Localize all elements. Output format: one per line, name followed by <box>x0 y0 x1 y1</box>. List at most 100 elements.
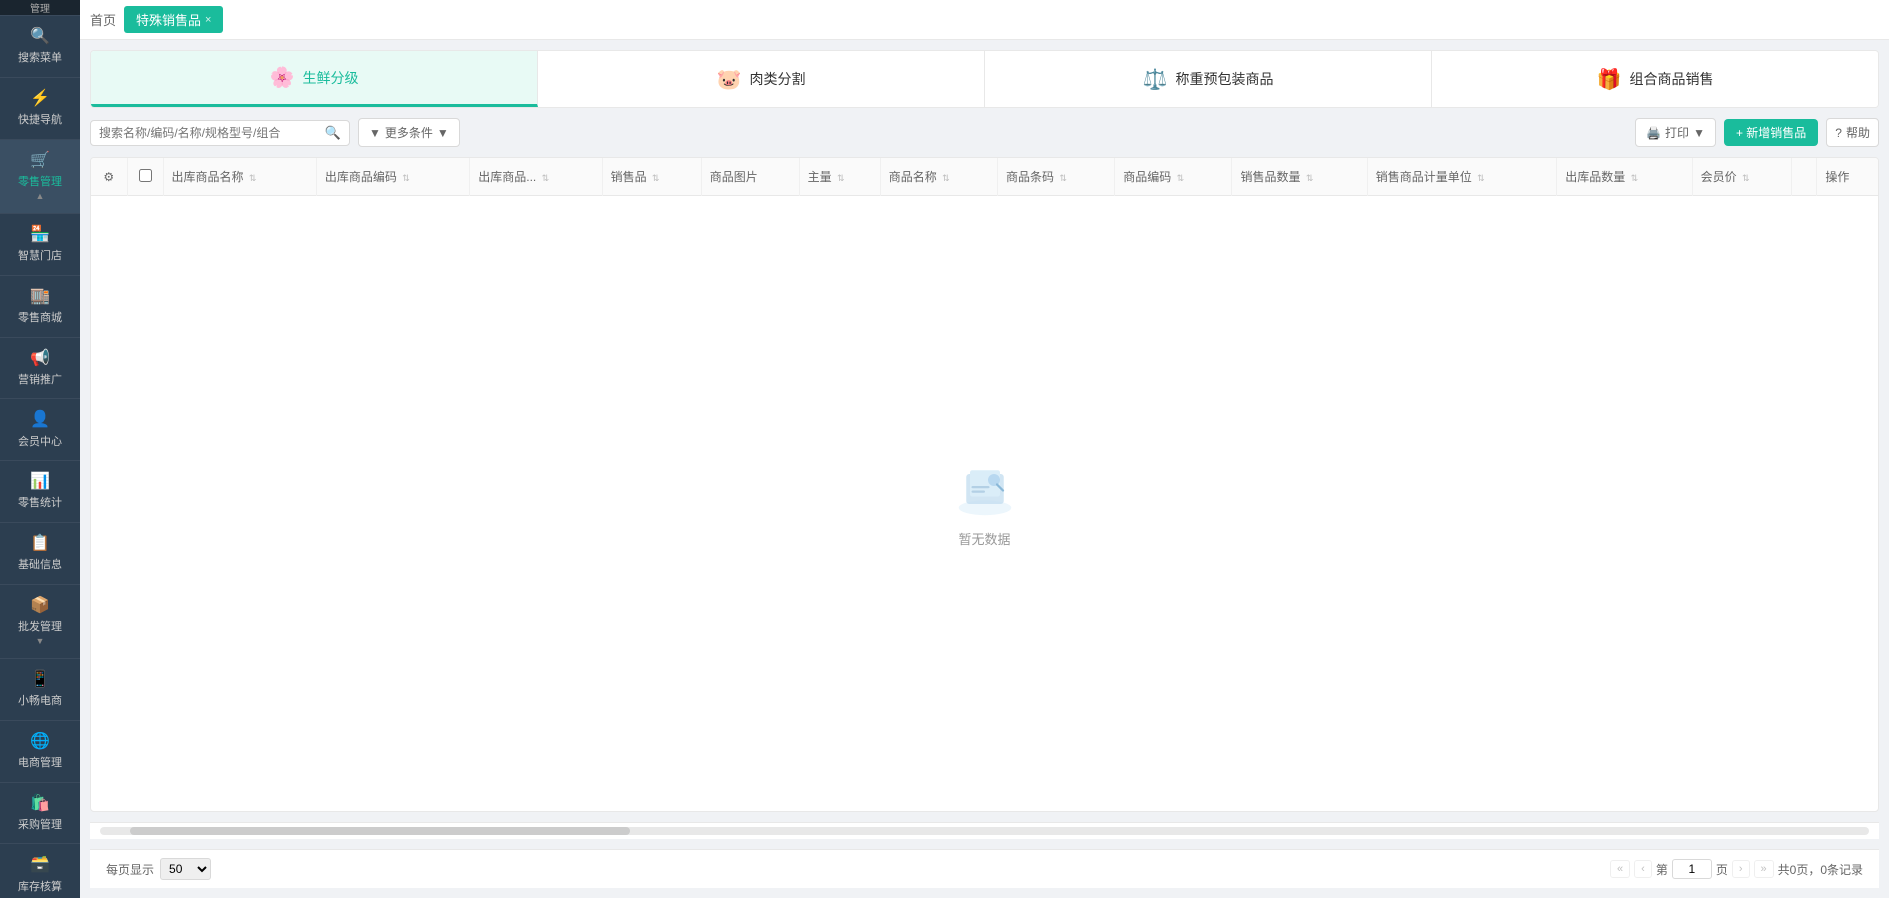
fresh-tab-icon: 🌸 <box>270 65 295 90</box>
wholesale-icon: 📦 <box>30 595 50 617</box>
ecom-icon: 🌐 <box>30 731 50 753</box>
page-size-select[interactable]: 20 50 100 200 <box>160 858 211 880</box>
total-label: 共0页，0条记录 <box>1778 861 1863 878</box>
sidebar-item-quick[interactable]: ⚡ 快捷导航 <box>0 78 80 140</box>
th-out-code[interactable]: 出库商品编码 ⇅ <box>316 158 469 196</box>
retail-icon: 🛒 <box>30 150 50 172</box>
inventory-icon: 🗃️ <box>30 854 50 876</box>
th-out-spec-label: 出库商品... <box>478 170 536 184</box>
meat-tab-icon: 🐷 <box>717 67 742 92</box>
sort-icon: ⇅ <box>1306 173 1314 183</box>
filter-label: 更多条件 <box>385 124 433 141</box>
th-action: 操作 <box>1817 158 1878 196</box>
th-out-spec[interactable]: 出库商品... ⇅ <box>470 158 602 196</box>
th-member-price[interactable]: 会员价 ⇅ <box>1692 158 1791 196</box>
th-sale-qty[interactable]: 销售品数量 ⇅ <box>1232 158 1367 196</box>
print-button[interactable]: 🖨️ 打印 ▼ <box>1635 118 1716 147</box>
sort-icon: ⇅ <box>1059 173 1067 183</box>
sidebar-item-marketing[interactable]: 📢 营销推广 <box>0 338 80 400</box>
th-image-label: 商品图片 <box>710 170 758 184</box>
search-input[interactable] <box>99 126 319 140</box>
first-page-button[interactable]: « <box>1610 860 1630 878</box>
scrollbar-thumb[interactable] <box>130 827 630 835</box>
select-all-checkbox[interactable] <box>139 169 152 182</box>
empty-state-icon <box>945 459 1025 519</box>
th-goods-name[interactable]: 商品名称 ⇅ <box>880 158 997 196</box>
search-menu-icon: 🔍 <box>30 26 50 48</box>
sidebar-item-label: 零售管理 <box>18 175 62 190</box>
sidebar-item-ecom[interactable]: 🌐 电商管理 <box>0 721 80 783</box>
page-label: 第 <box>1656 861 1668 878</box>
combo-tab-icon: 🎁 <box>1597 67 1622 92</box>
th-main[interactable]: 主量 ⇅ <box>799 158 880 196</box>
th-sale-unit-label: 销售商品计量单位 <box>1376 170 1472 184</box>
th-out-qty-label: 出库品数量 <box>1565 170 1625 184</box>
th-spacer <box>1791 158 1817 196</box>
horizontal-scrollbar[interactable] <box>100 827 1869 835</box>
sidebar-item-wholesale[interactable]: 📦 批发管理 ▼ <box>0 585 80 659</box>
th-sale-unit[interactable]: 销售商品计量单位 ⇅ <box>1367 158 1557 196</box>
sidebar-item-label: 智慧门店 <box>18 249 62 264</box>
th-goods-name-label: 商品名称 <box>889 170 937 184</box>
cat-tab-combo[interactable]: 🎁 组合商品销售 <box>1432 51 1878 107</box>
sort-icon: ⇅ <box>249 173 257 183</box>
prev-page-button[interactable]: ‹ <box>1634 860 1652 878</box>
active-tab[interactable]: 特殊销售品 × <box>124 6 223 33</box>
cat-tab-meat[interactable]: 🐷 肉类分割 <box>538 51 985 107</box>
sidebar-item-mall[interactable]: 🏬 零售商城 <box>0 276 80 338</box>
sidebar-item-label: 基础信息 <box>18 558 62 573</box>
th-sale[interactable]: 销售品 ⇅ <box>602 158 701 196</box>
cat-tab-fresh[interactable]: 🌸 生鲜分级 <box>91 51 538 107</box>
sidebar-item-mini[interactable]: 📱 小畅电商 <box>0 659 80 721</box>
help-button[interactable]: ? 帮助 <box>1826 118 1879 147</box>
sidebar-item-basic[interactable]: 📋 基础信息 <box>0 523 80 585</box>
sidebar-item-retail[interactable]: 🛒 零售管理 ▲ <box>0 140 80 214</box>
sidebar-item-purchase[interactable]: 🛍️ 采购管理 <box>0 783 80 845</box>
th-goods-barcode[interactable]: 商品条码 ⇅ <box>997 158 1114 196</box>
content-area: 🌸 生鲜分级 🐷 肉类分割 ⚖️ 称重预包装商品 🎁 组合商品销售 🔍 <box>80 40 1889 898</box>
sort-icon: ⇅ <box>542 173 550 183</box>
sidebar-item-store[interactable]: 🏪 智慧门店 <box>0 214 80 276</box>
search-box[interactable]: 🔍 <box>90 120 350 146</box>
th-checkbox[interactable] <box>127 158 163 196</box>
th-goods-code[interactable]: 商品编码 ⇅ <box>1115 158 1232 196</box>
last-page-button[interactable]: » <box>1754 860 1774 878</box>
sidebar-item-inventory[interactable]: 🗃️ 库存核算 <box>0 844 80 898</box>
weight-tab-icon: ⚖️ <box>1143 67 1168 92</box>
sidebar-item-label: 零售商城 <box>18 311 62 326</box>
filter-icon: ▼ <box>369 126 381 140</box>
empty-state-text: 暂无数据 <box>958 529 1010 548</box>
stats-icon: 📊 <box>30 471 50 493</box>
sort-icon: ⇅ <box>837 173 845 183</box>
sidebar-item-label: 小畅电商 <box>18 694 62 709</box>
sidebar-item-stats[interactable]: 📊 零售统计 <box>0 461 80 523</box>
th-settings[interactable]: ⚙ <box>91 158 127 196</box>
sort-icon: ⇅ <box>1631 173 1639 183</box>
th-image[interactable]: 商品图片 <box>701 158 799 196</box>
search-icon[interactable]: 🔍 <box>325 125 341 141</box>
cat-tab-weight[interactable]: ⚖️ 称重预包装商品 <box>985 51 1432 107</box>
sidebar-logo: 管理 <box>0 0 80 16</box>
filter-button[interactable]: ▼ 更多条件 ▼ <box>358 118 460 147</box>
sidebar-item-search[interactable]: 🔍 搜索菜单 <box>0 16 80 78</box>
help-label: 帮助 <box>1846 124 1870 141</box>
sort-icon: ⇅ <box>1742 173 1750 183</box>
help-icon: ? <box>1835 126 1842 140</box>
next-page-button[interactable]: › <box>1732 860 1750 878</box>
mini-icon: 📱 <box>30 669 50 691</box>
pagination-bar: 每页显示 20 50 100 200 « ‹ 第 页 › » 共0页，0条记录 <box>90 849 1879 888</box>
th-out-name[interactable]: 出库商品名称 ⇅ <box>163 158 316 196</box>
home-breadcrumb[interactable]: 首页 <box>90 10 116 29</box>
main-content: 首页 特殊销售品 × 🌸 生鲜分级 🐷 肉类分割 ⚖️ 称重预包装商品 🎁 组合… <box>80 0 1889 898</box>
page-number-input[interactable] <box>1672 859 1712 879</box>
th-out-qty[interactable]: 出库品数量 ⇅ <box>1557 158 1692 196</box>
toolbar-left: 🔍 ▼ 更多条件 ▼ <box>90 118 460 147</box>
close-tab-icon[interactable]: × <box>205 14 211 26</box>
toolbar-right: 🖨️ 打印 ▼ + 新增销售品 ? 帮助 <box>1635 118 1879 147</box>
add-product-button[interactable]: + 新增销售品 <box>1724 119 1818 146</box>
filter-arrow-icon: ▼ <box>437 126 449 140</box>
sidebar-item-member[interactable]: 👤 会员中心 <box>0 399 80 461</box>
sort-icon: ⇅ <box>1477 173 1485 183</box>
page-suffix: 页 <box>1716 861 1728 878</box>
sidebar-item-label: 营销推广 <box>18 373 62 388</box>
